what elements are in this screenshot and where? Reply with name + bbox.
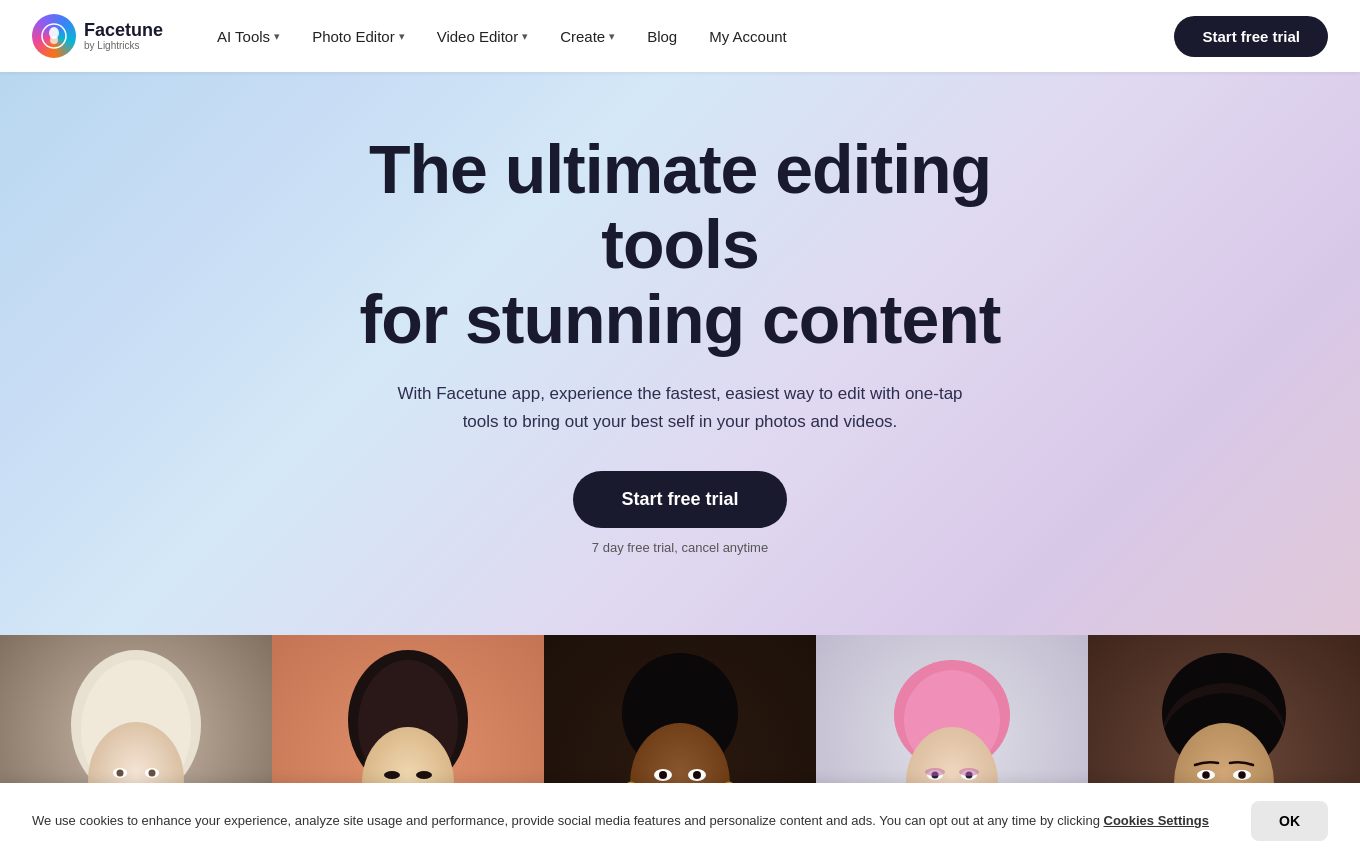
svg-point-17 [384,771,400,779]
hero-title: The ultimate editing tools for stunning … [290,132,1070,356]
facetune-logo-svg [41,23,67,49]
hero-trial-note: 7 day free trial, cancel anytime [592,540,768,555]
svg-point-55 [1238,771,1246,779]
navigation: Facetune by Lightricks AI Tools ▾ Photo … [0,0,1360,72]
svg-point-44 [925,768,945,776]
svg-point-30 [693,771,701,779]
logo-icon [32,14,76,58]
svg-point-28 [659,771,667,779]
nav-item-blog[interactable]: Blog [633,20,691,53]
svg-point-53 [1202,771,1210,779]
cookie-ok-button[interactable]: OK [1251,801,1328,841]
nav-item-my-account[interactable]: My Account [695,20,801,53]
chevron-down-icon: ▾ [522,30,528,43]
cookie-text: We use cookies to enhance your experienc… [32,811,1235,831]
cookies-settings-link[interactable]: Cookies Settings [1104,813,1209,828]
nav-links: AI Tools ▾ Photo Editor ▾ Video Editor ▾… [203,20,1174,53]
logo[interactable]: Facetune by Lightricks [32,14,163,58]
hero-section: The ultimate editing tools for stunning … [0,72,1360,635]
logo-text: Facetune by Lightricks [84,21,163,52]
hero-subtitle: With Facetune app, experience the fastes… [380,380,980,434]
chevron-down-icon: ▾ [609,30,615,43]
chevron-down-icon: ▾ [274,30,280,43]
nav-item-photo-editor[interactable]: Photo Editor ▾ [298,20,419,53]
svg-point-18 [416,771,432,779]
nav-item-video-editor[interactable]: Video Editor ▾ [423,20,542,53]
nav-item-ai-tools[interactable]: AI Tools ▾ [203,20,294,53]
nav-start-free-trial-button[interactable]: Start free trial [1174,16,1328,57]
hero-start-free-trial-button[interactable]: Start free trial [573,471,786,528]
svg-point-2 [50,36,58,44]
svg-point-10 [149,769,156,776]
nav-item-create[interactable]: Create ▾ [546,20,629,53]
chevron-down-icon: ▾ [399,30,405,43]
cookie-banner: We use cookies to enhance your experienc… [0,783,1360,859]
svg-point-45 [959,768,979,776]
svg-point-8 [117,769,124,776]
